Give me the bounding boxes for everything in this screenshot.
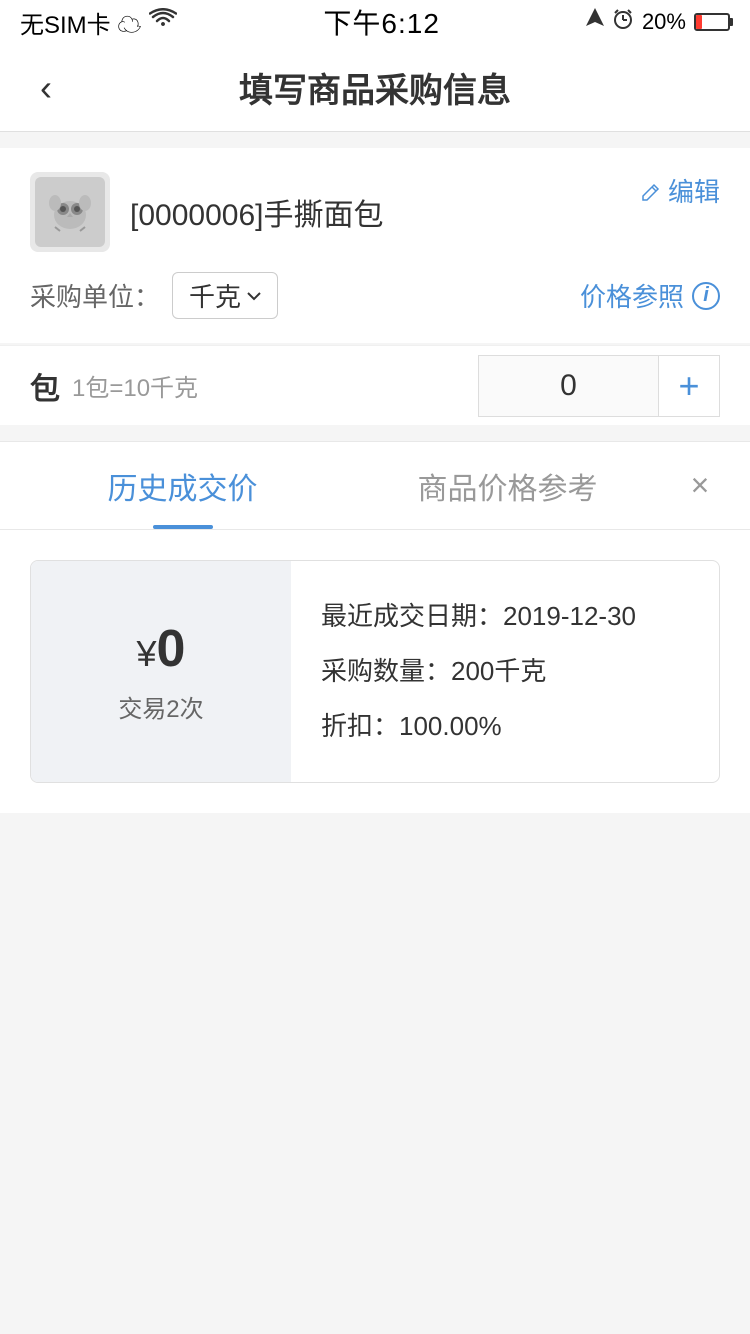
price-card: ¥0 交易2次 最近成交日期：2019-12-30 采购数量：200千克 折扣：… [30, 560, 720, 783]
product-name: [0000006]手撕面包 [130, 190, 383, 234]
alarm-icon [612, 8, 634, 36]
tab-active-indicator [153, 525, 213, 529]
quantity-input-wrap: + [478, 355, 720, 417]
tab-price-ref-label: 商品价格参考 [418, 464, 598, 508]
unit-badge: 包 [30, 364, 60, 408]
product-header: [0000006]手撕面包 编辑 [30, 172, 720, 252]
price-card-right: 最近成交日期：2019-12-30 采购数量：200千克 折扣：100.00% [291, 561, 719, 782]
edit-icon [640, 180, 662, 202]
status-bar: 无SIM卡 ☁ 下午6:12 20% [0, 0, 750, 44]
product-left: [0000006]手撕面包 [30, 172, 383, 252]
unit-dropdown[interactable]: 千克 [172, 272, 278, 319]
back-button[interactable]: ‹ [30, 57, 62, 119]
wifi-icon [149, 8, 177, 37]
edit-button[interactable]: 编辑 [640, 172, 720, 209]
status-left: 无SIM卡 ☁ [20, 5, 177, 40]
product-image [45, 187, 95, 237]
quantity-input[interactable] [478, 355, 658, 417]
quantity-label: 包 1包=10千克 [30, 364, 198, 408]
quantity-row: 包 1包=10千克 + [0, 345, 750, 425]
product-card: [0000006]手撕面包 编辑 采购单位： 千克 价格参照 i [0, 148, 750, 343]
trade-count: 交易2次 [118, 689, 203, 724]
battery-icon [694, 13, 730, 31]
purchase-qty-label: 采购数量： [321, 656, 451, 686]
status-right: 20% [586, 8, 730, 36]
discount-item: 折扣：100.00% [321, 707, 689, 746]
panel-close-button[interactable]: × [670, 456, 730, 516]
page-title: 填写商品采购信息 [239, 63, 511, 112]
recent-date-item: 最近成交日期：2019-12-30 [321, 597, 689, 636]
unit-note: 1包=10千克 [72, 368, 198, 403]
product-footer: 采购单位： 千克 价格参照 i [30, 272, 720, 319]
nav-bar: ‹ 填写商品采购信息 [0, 44, 750, 132]
recent-date-value: 2019-12-30 [503, 601, 636, 631]
discount-label: 折扣： [321, 711, 399, 741]
recent-date-label: 最近成交日期： [321, 601, 503, 631]
battery-percent: 20% [642, 9, 686, 35]
price-section: ¥0 交易2次 最近成交日期：2019-12-30 采购数量：200千克 折扣：… [0, 530, 750, 813]
info-icon: i [692, 282, 720, 310]
quantity-plus-button[interactable]: + [658, 355, 720, 417]
carrier-text: 无SIM卡 ☁ [20, 5, 141, 40]
purchase-unit: 采购单位： 千克 [30, 272, 278, 319]
bottom-panel: 历史成交价 商品价格参考 × ¥0 交易2次 最近成交日期：2019-12-30… [0, 441, 750, 813]
tab-bar: 历史成交价 商品价格参考 × [0, 442, 750, 530]
currency-symbol: ¥ [137, 633, 157, 674]
tab-history-price[interactable]: 历史成交价 [20, 442, 345, 529]
discount-value: 100.00% [399, 711, 502, 741]
purchase-qty-item: 采购数量：200千克 [321, 652, 689, 691]
tab-price-ref[interactable]: 商品价格参考 [345, 442, 670, 529]
price-amount: ¥0 [137, 619, 186, 679]
location-icon [586, 8, 604, 36]
tab-history-price-label: 历史成交价 [108, 464, 258, 508]
price-card-left: ¥0 交易2次 [31, 561, 291, 782]
purchase-qty-value: 200千克 [451, 656, 546, 686]
price-ref-button[interactable]: 价格参照 i [580, 277, 720, 314]
status-time: 下午6:12 [323, 2, 440, 42]
chevron-down-icon [247, 291, 261, 301]
product-thumbnail [30, 172, 110, 252]
